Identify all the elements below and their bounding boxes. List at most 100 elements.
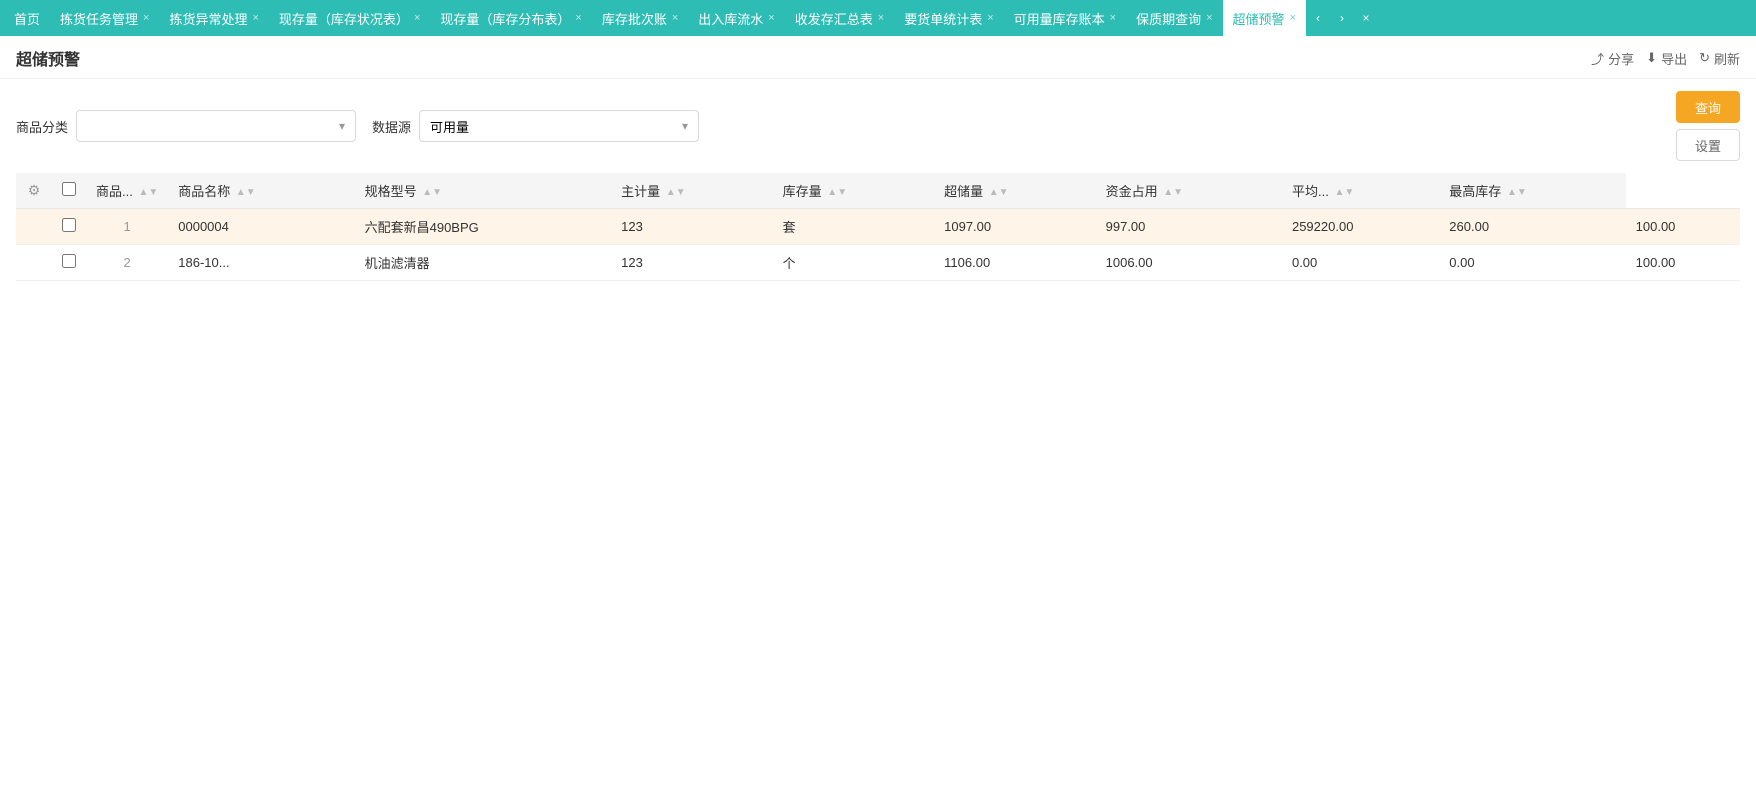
row-code-0: 0000004	[168, 209, 354, 245]
category-filter-group: 商品分类 ▾	[16, 110, 356, 142]
row-spec-1: 123	[611, 245, 772, 281]
row-spec-0: 123	[611, 209, 772, 245]
nav-demand-stats[interactable]: 要货单统计表 ×	[894, 0, 1003, 36]
share-button[interactable]: ⤴ 分享	[1591, 49, 1634, 68]
col-name-header[interactable]: 商品名称 ▲▼	[168, 173, 354, 209]
select-all-checkbox[interactable]	[62, 182, 76, 196]
sort-stock-icon: ▲▼	[827, 187, 847, 198]
sort-capital-icon: ▲▼	[1163, 187, 1183, 198]
row-avg-0: 260.00	[1439, 209, 1625, 245]
category-select[interactable]: ▾	[76, 110, 356, 142]
table-header-row: ⚙ 商品... ▲▼ 商品名称 ▲▼ 规格型号 ▲▼ 主计	[16, 173, 1740, 209]
row-overstock-1: 1006.00	[1096, 245, 1282, 281]
sort-unit-icon: ▲▼	[666, 187, 686, 198]
col-code-header[interactable]: 商品... ▲▼	[86, 173, 168, 209]
datasource-label: 数据源	[372, 117, 411, 136]
nav-next-arrow[interactable]: ›	[1330, 0, 1354, 36]
refresh-icon: ↻	[1699, 50, 1710, 66]
nav-stock-status[interactable]: 现存量（库存状况表） ×	[269, 0, 430, 36]
table-settings-icon[interactable]: ⚙	[28, 182, 41, 198]
close-batch-account[interactable]: ×	[672, 12, 678, 24]
category-label: 商品分类	[16, 117, 68, 136]
table-row: 2 186-10... 机油滤清器 123 个 1106.00 1006.00 …	[16, 245, 1740, 281]
sort-spec-icon: ▲▼	[422, 187, 442, 198]
sort-avg-icon: ▲▼	[1334, 187, 1354, 198]
col-capital-header[interactable]: 资金占用 ▲▼	[1096, 173, 1282, 209]
close-stock-status[interactable]: ×	[414, 12, 420, 24]
datasource-value: 可用量	[430, 117, 469, 136]
close-demand-stats[interactable]: ×	[987, 12, 993, 24]
nav-close-all[interactable]: ×	[1354, 0, 1378, 36]
table-body: 1 0000004 六配套新昌490BPG 123 套 1097.00 997.…	[16, 209, 1740, 281]
row-unit-0: 套	[773, 209, 934, 245]
share-icon: ⤴	[1591, 49, 1604, 68]
sort-maxstock-icon: ▲▼	[1507, 187, 1527, 198]
sort-code-icon: ▲▼	[138, 187, 158, 198]
sort-overstock-icon: ▲▼	[989, 187, 1009, 198]
nav-prev-arrow[interactable]: ‹	[1306, 0, 1330, 36]
refresh-button[interactable]: ↻ 刷新	[1699, 49, 1740, 68]
row-checkbox-0	[52, 209, 86, 245]
header-actions: ⤴ 分享 ⬇ 导出 ↻ 刷新	[1591, 49, 1740, 68]
row-select-1[interactable]	[62, 254, 76, 268]
nav-shelf-life[interactable]: 保质期查询 ×	[1126, 0, 1222, 36]
row-avg-1: 0.00	[1439, 245, 1625, 281]
nav-inout-flow[interactable]: 出入库流水 ×	[688, 0, 784, 36]
row-unit-1: 个	[773, 245, 934, 281]
filter-action-buttons: 查询 设置	[1676, 91, 1740, 161]
col-maxstock-header[interactable]: 最高库存 ▲▼	[1439, 173, 1625, 209]
close-shelf-life[interactable]: ×	[1206, 12, 1212, 24]
datasource-chevron-icon: ▾	[682, 119, 688, 133]
row-capital-1: 0.00	[1282, 245, 1439, 281]
settings-button[interactable]: 设置	[1676, 129, 1740, 161]
filter-bar: 商品分类 ▾ 数据源 可用量 ▾ 查询 设置	[0, 79, 1756, 173]
row-select-0[interactable]	[62, 218, 76, 232]
row-maxstock-1: 100.00	[1626, 245, 1740, 281]
col-unit-header[interactable]: 主计量 ▲▼	[611, 173, 772, 209]
col-spec-header[interactable]: 规格型号 ▲▼	[355, 173, 612, 209]
row-code-1: 186-10...	[168, 245, 354, 281]
overstock-table: ⚙ 商品... ▲▼ 商品名称 ▲▼ 规格型号 ▲▼ 主计	[16, 173, 1740, 281]
nav-overstock[interactable]: 超储预警 ×	[1223, 0, 1306, 36]
nav-available-stock[interactable]: 可用量库存账本 ×	[1004, 0, 1126, 36]
page-title: 超储预警	[16, 46, 80, 70]
row-num-0: 1	[86, 209, 168, 245]
nav-pick-task[interactable]: 拣货任务管理 ×	[50, 0, 159, 36]
col-avg-header[interactable]: 平均... ▲▼	[1282, 173, 1439, 209]
row-maxstock-0: 100.00	[1626, 209, 1740, 245]
row-name-0: 六配套新昌490BPG	[355, 209, 612, 245]
close-summary[interactable]: ×	[878, 12, 884, 24]
nav-home[interactable]: 首页	[4, 0, 50, 36]
close-pick-exception[interactable]: ×	[252, 12, 258, 24]
col-stock-header[interactable]: 库存量 ▲▼	[773, 173, 934, 209]
table-row: 1 0000004 六配套新昌490BPG 123 套 1097.00 997.…	[16, 209, 1740, 245]
nav-summary[interactable]: 收发存汇总表 ×	[785, 0, 894, 36]
table-container: ⚙ 商品... ▲▼ 商品名称 ▲▼ 规格型号 ▲▼ 主计	[0, 173, 1756, 281]
close-overstock[interactable]: ×	[1290, 12, 1296, 24]
nav-bar: 首页 拣货任务管理 × 拣货异常处理 × 现存量（库存状况表） × 现存量（库存…	[0, 0, 1756, 36]
category-chevron-icon: ▾	[339, 119, 345, 133]
export-button[interactable]: ⬇ 导出	[1646, 49, 1687, 68]
query-button[interactable]: 查询	[1676, 91, 1740, 123]
datasource-select[interactable]: 可用量 ▾	[419, 110, 699, 142]
row-stock-0: 1097.00	[934, 209, 1095, 245]
close-inout-flow[interactable]: ×	[768, 12, 774, 24]
row-capital-0: 259220.00	[1282, 209, 1439, 245]
row-overstock-0: 997.00	[1096, 209, 1282, 245]
row-settings-0	[16, 209, 52, 245]
nav-pick-exception[interactable]: 拣货异常处理 ×	[159, 0, 268, 36]
nav-stock-dist[interactable]: 现存量（库存分布表） ×	[430, 0, 591, 36]
close-pick-task[interactable]: ×	[143, 12, 149, 24]
col-settings: ⚙	[16, 173, 52, 209]
col-overstock-header[interactable]: 超储量 ▲▼	[934, 173, 1095, 209]
row-name-1: 机油滤清器	[355, 245, 612, 281]
row-stock-1: 1106.00	[934, 245, 1095, 281]
sort-name-icon: ▲▼	[236, 187, 256, 198]
col-checkbox	[52, 173, 86, 209]
close-available-stock[interactable]: ×	[1110, 12, 1116, 24]
export-icon: ⬇	[1646, 50, 1657, 66]
row-checkbox-1	[52, 245, 86, 281]
close-stock-dist[interactable]: ×	[575, 12, 581, 24]
datasource-filter-group: 数据源 可用量 ▾	[372, 110, 699, 142]
nav-batch-account[interactable]: 库存批次账 ×	[592, 0, 688, 36]
